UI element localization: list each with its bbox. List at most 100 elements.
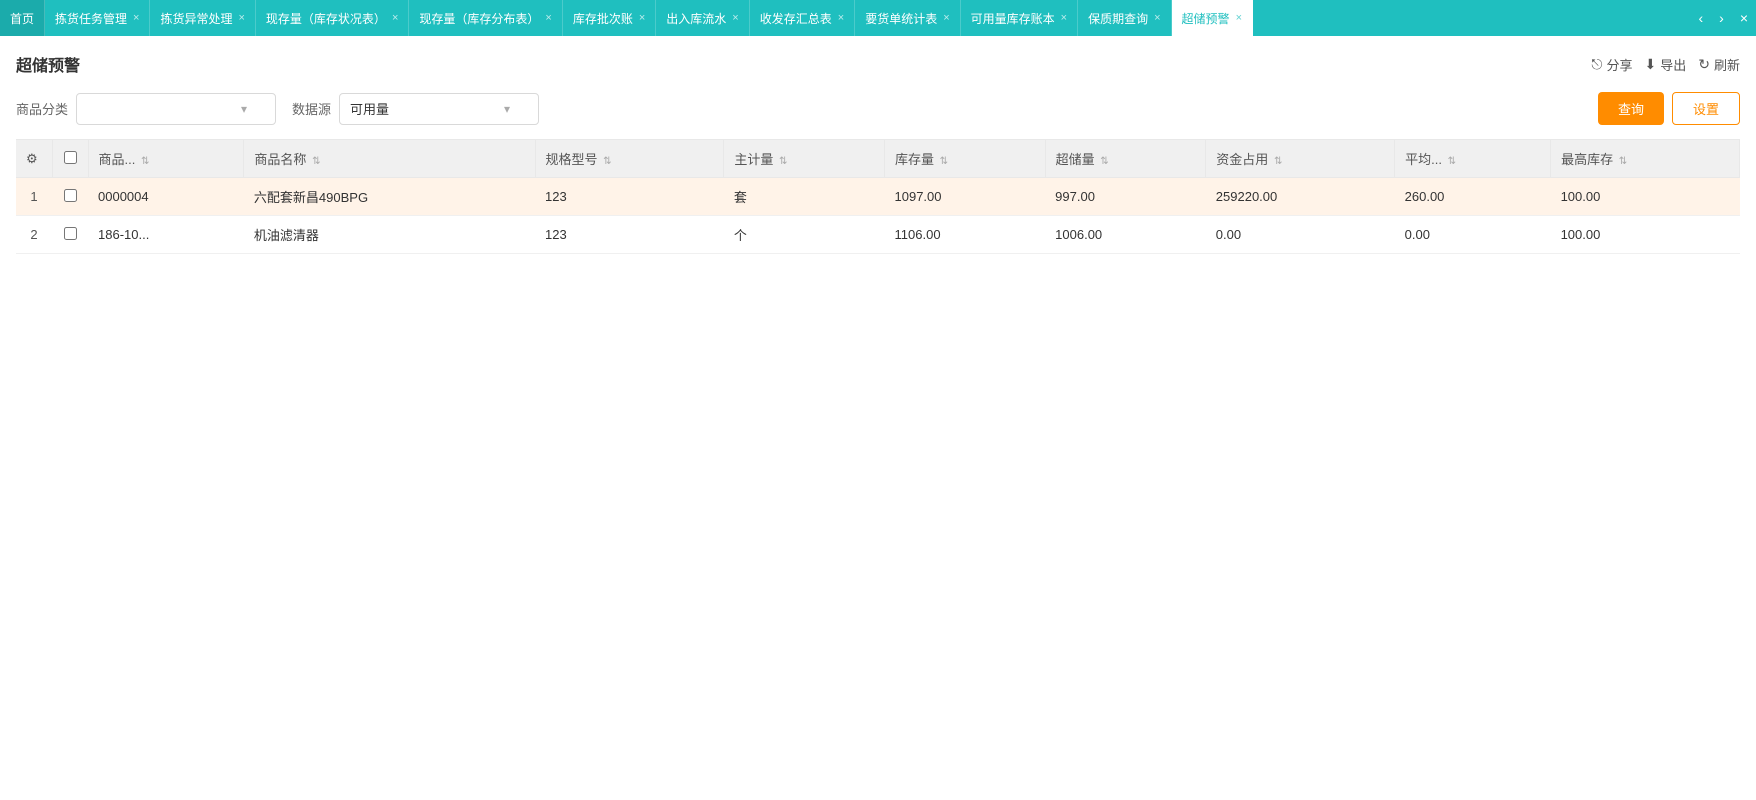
chevron-down-icon: ▾ (504, 102, 510, 116)
cell-avg: 0.00 (1395, 216, 1551, 254)
cell-product-code: 186-10... (88, 216, 244, 254)
sort-icon: ⇅ (940, 156, 948, 167)
cell-capital-occ: 0.00 (1206, 216, 1395, 254)
product-category-filter: 商品分类 ▾ (16, 93, 276, 125)
col-settings[interactable]: ⚙ (16, 140, 52, 178)
filter-area: 商品分类 ▾ 数据源 可用量 ▾ 查询 设置 (16, 92, 1740, 125)
sort-icon: ⇅ (1619, 156, 1627, 167)
row-checkbox[interactable] (64, 189, 77, 202)
query-button[interactable]: 查询 (1598, 92, 1664, 125)
settings-button[interactable]: 设置 (1672, 92, 1740, 125)
cell-stock: 1097.00 (885, 178, 1046, 216)
sort-icon: ⇅ (1274, 156, 1282, 167)
col-max-stock[interactable]: 最高库存 ⇅ (1551, 140, 1740, 178)
row-index: 2 (16, 216, 52, 254)
chevron-down-icon: ▾ (241, 102, 247, 116)
nav-task-mgmt[interactable]: 拣货任务管理 × (45, 0, 150, 36)
col-stock[interactable]: 库存量 ⇅ (885, 140, 1046, 178)
cell-stock: 1106.00 (885, 216, 1046, 254)
close-icon[interactable]: × (1061, 12, 1067, 24)
row-checkbox-cell (52, 216, 88, 254)
gear-icon: ⚙ (26, 151, 38, 166)
cell-product-code: 0000004 (88, 178, 244, 216)
nav-available-stock[interactable]: 可用量库存账本 × (961, 0, 1078, 36)
nav-summary[interactable]: 收发存汇总表 × (750, 0, 855, 36)
close-icon[interactable]: × (732, 12, 738, 24)
datasource-label: 数据源 (292, 99, 331, 118)
page-header: 超储预警 ⎋ 分享 ⬇ 导出 ↻ 刷新 (16, 52, 1740, 76)
header-actions: ⎋ 分享 ⬇ 导出 ↻ 刷新 (1591, 55, 1740, 74)
cell-spec: 123 (535, 178, 724, 216)
nav-inout[interactable]: 出入库流水 × (656, 0, 749, 36)
cell-over-stock: 1006.00 (1045, 216, 1206, 254)
nav-expiry[interactable]: 保质期查询 × (1078, 0, 1171, 36)
nav-close-arrow[interactable]: × (1732, 0, 1756, 36)
cell-unit: 个 (724, 216, 885, 254)
cell-product-name: 六配套新昌490BPG (244, 178, 535, 216)
action-buttons: 查询 设置 (1598, 92, 1740, 125)
close-icon[interactable]: × (838, 12, 844, 24)
nav-prev-arrow[interactable]: ‹ (1690, 0, 1711, 36)
close-icon[interactable]: × (1236, 12, 1242, 24)
close-icon[interactable]: × (639, 12, 645, 24)
col-avg[interactable]: 平均... ⇅ (1395, 140, 1551, 178)
table-header-row: ⚙ 商品... ⇅ 商品名称 ⇅ 规格型号 ⇅ 主计量 (16, 140, 1740, 178)
share-button[interactable]: ⎋ 分享 (1591, 55, 1632, 74)
close-icon[interactable]: × (238, 12, 244, 24)
close-icon[interactable]: × (545, 12, 551, 24)
col-over-stock[interactable]: 超储量 ⇅ (1045, 140, 1206, 178)
close-icon[interactable]: × (133, 12, 139, 24)
cell-unit: 套 (724, 178, 885, 216)
nav-exception[interactable]: 拣货异常处理 × (150, 0, 255, 36)
close-icon[interactable]: × (1154, 12, 1160, 24)
col-spec[interactable]: 规格型号 ⇅ (535, 140, 724, 178)
cell-product-name: 机油滤清器 (244, 216, 535, 254)
sort-icon: ⇅ (141, 156, 149, 167)
row-index: 1 (16, 178, 52, 216)
page-content: 超储预警 ⎋ 分享 ⬇ 导出 ↻ 刷新 商品分类 ▾ 数据源 (0, 36, 1756, 800)
col-checkbox (52, 140, 88, 178)
close-icon[interactable]: × (392, 12, 398, 24)
nav-home[interactable]: 首页 (0, 0, 45, 36)
nav-inventory-dist[interactable]: 现存量（库存分布表） × (409, 0, 562, 36)
cell-capital-occ: 259220.00 (1206, 178, 1395, 216)
cell-over-stock: 997.00 (1045, 178, 1206, 216)
col-capital-occ[interactable]: 资金占用 ⇅ (1206, 140, 1395, 178)
product-category-label: 商品分类 (16, 99, 68, 118)
sort-icon: ⇅ (779, 156, 787, 167)
cell-max-stock: 100.00 (1551, 178, 1740, 216)
sort-icon: ⇅ (603, 156, 611, 167)
nav-arrows: ‹ › × (1690, 0, 1756, 36)
cell-spec: 123 (535, 216, 724, 254)
export-icon: ⬇ (1645, 56, 1657, 73)
col-product-code[interactable]: 商品... ⇅ (88, 140, 244, 178)
top-navigation: 首页 拣货任务管理 × 拣货异常处理 × 现存量（库存状况表） × 现存量（库存… (0, 0, 1756, 36)
product-category-select[interactable]: ▾ (76, 93, 276, 125)
page-title: 超储预警 (16, 52, 80, 76)
refresh-button[interactable]: ↻ 刷新 (1698, 55, 1740, 74)
nav-next-arrow[interactable]: › (1711, 0, 1732, 36)
row-checkbox-cell (52, 178, 88, 216)
nav-order-stats[interactable]: 要货单统计表 × (855, 0, 960, 36)
table-row: 2 186-10... 机油滤清器 123 个 1106.00 1006.00 … (16, 216, 1740, 254)
export-button[interactable]: ⬇ 导出 (1645, 55, 1687, 74)
datasource-value: 可用量 (350, 99, 389, 118)
share-icon: ⎋ (1591, 56, 1602, 73)
col-product-name[interactable]: 商品名称 ⇅ (244, 140, 535, 178)
nav-overstock[interactable]: 超储预警 × (1172, 0, 1253, 36)
sort-icon: ⇅ (1100, 156, 1108, 167)
refresh-icon: ↻ (1698, 56, 1710, 73)
row-checkbox[interactable] (64, 227, 77, 240)
nav-inventory-status[interactable]: 现存量（库存状况表） × (256, 0, 409, 36)
data-table: ⚙ 商品... ⇅ 商品名称 ⇅ 规格型号 ⇅ 主计量 (16, 139, 1740, 254)
table-body: 1 0000004 六配套新昌490BPG 123 套 1097.00 997.… (16, 178, 1740, 254)
col-unit[interactable]: 主计量 ⇅ (724, 140, 885, 178)
table-row: 1 0000004 六配套新昌490BPG 123 套 1097.00 997.… (16, 178, 1740, 216)
select-all-checkbox[interactable] (64, 151, 77, 164)
close-icon[interactable]: × (943, 12, 949, 24)
sort-icon: ⇅ (312, 156, 320, 167)
cell-max-stock: 100.00 (1551, 216, 1740, 254)
sort-icon: ⇅ (1448, 156, 1456, 167)
datasource-select[interactable]: 可用量 ▾ (339, 93, 539, 125)
nav-batch[interactable]: 库存批次账 × (563, 0, 656, 36)
